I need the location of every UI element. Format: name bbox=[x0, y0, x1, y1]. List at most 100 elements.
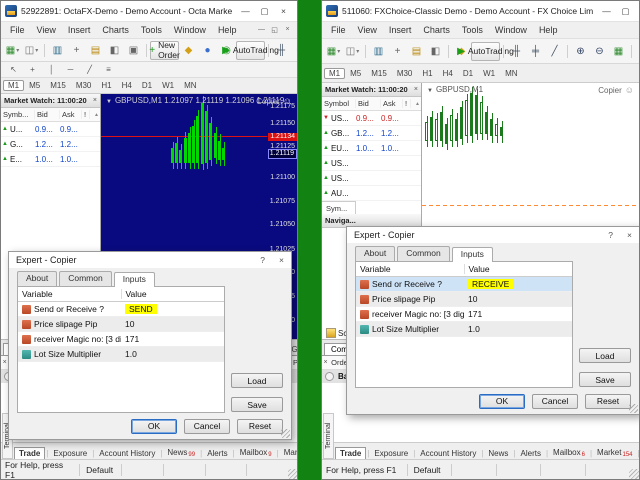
market-watch-row[interactable]: ▲ US... bbox=[322, 171, 421, 186]
menu-tools[interactable]: Tools bbox=[456, 25, 489, 35]
dialog-help-icon[interactable]: ? bbox=[608, 230, 613, 240]
timeframe-h4[interactable]: H4 bbox=[438, 68, 458, 79]
market-watch-row[interactable]: ▲ E... 1.0... 1.0... bbox=[1, 152, 100, 167]
menu-charts[interactable]: Charts bbox=[96, 25, 135, 35]
timeframe-h4[interactable]: H4 bbox=[117, 80, 137, 91]
resize-grip[interactable] bbox=[629, 469, 639, 479]
save-button[interactable]: Save bbox=[231, 397, 283, 412]
menu-tools[interactable]: Tools bbox=[135, 25, 168, 35]
crosshair-icon[interactable]: + bbox=[23, 63, 42, 77]
market-watch-row[interactable]: ▲ U... 0.9... 0.9... bbox=[1, 122, 100, 137]
tile-windows-icon[interactable]: ▦ bbox=[609, 42, 628, 61]
close-icon[interactable]: × bbox=[274, 6, 293, 17]
menu-view[interactable]: View bbox=[31, 25, 62, 35]
save-button[interactable]: Save bbox=[579, 372, 631, 387]
terminal-tab-mailbox[interactable]: Mailbox 6 bbox=[549, 447, 589, 459]
ok-button[interactable]: OK bbox=[131, 418, 177, 434]
menu-view[interactable]: View bbox=[352, 25, 383, 35]
mdi-minimize-icon[interactable]: — bbox=[255, 26, 268, 34]
zoom-in-icon[interactable]: ⊕ bbox=[571, 42, 590, 61]
menu-help[interactable]: Help bbox=[212, 25, 243, 35]
input-row-send-or-receive[interactable]: Send or Receive ? RECEIVE bbox=[356, 277, 572, 292]
terminal-tab-news[interactable]: News bbox=[484, 448, 512, 459]
symbols-tab[interactable]: Sym... bbox=[322, 201, 356, 214]
input-row-receiver-magic-no-3-digit[interactable]: receiver Magic no: [3 digit] 171 bbox=[356, 307, 572, 322]
timeframe-m30[interactable]: M30 bbox=[71, 80, 97, 91]
variable-column-header[interactable]: Variable bbox=[356, 264, 465, 274]
market-watch-header[interactable]: Market Watch: 11:00:20 × bbox=[1, 94, 100, 108]
timeframe-m1[interactable]: M1 bbox=[324, 67, 346, 79]
title-bar[interactable]: 52922891: OctaFX-Demo - Demo Account - O… bbox=[1, 1, 297, 22]
market-watch-row[interactable]: ▲ US... bbox=[322, 156, 421, 171]
new-order-button[interactable]: + New Order bbox=[149, 40, 180, 60]
strategy-tester-icon[interactable]: ▣ bbox=[124, 41, 143, 60]
bar-chart-icon[interactable]: ╫ bbox=[507, 42, 526, 61]
minimize-icon[interactable]: — bbox=[236, 6, 255, 17]
timeframe-mn[interactable]: MN bbox=[500, 68, 522, 79]
value-cell[interactable]: RECEIVE bbox=[464, 279, 572, 289]
input-row-lot-size-multiplier[interactable]: Lot Size Multiplier 1.0 bbox=[18, 347, 224, 362]
input-row-receiver-magic-no-3-digit[interactable]: receiver Magic no: [3 digit] 171 bbox=[18, 332, 224, 347]
resize-grip[interactable] bbox=[281, 429, 290, 438]
market-watch-icon[interactable]: ▥ bbox=[48, 41, 67, 60]
terminal-close-icon[interactable]: × bbox=[322, 359, 329, 366]
value-cell[interactable]: 171 bbox=[121, 334, 224, 344]
timeframe-m15[interactable]: M15 bbox=[366, 68, 392, 79]
terminal-panel-icon[interactable]: ◧ bbox=[105, 41, 124, 60]
market-watch-header[interactable]: Market Watch: 11:00:20 × bbox=[322, 83, 421, 97]
vertical-line-icon[interactable]: │ bbox=[42, 63, 61, 77]
value-cell[interactable]: SEND bbox=[121, 304, 224, 314]
dialog-title-bar[interactable]: Expert - Copier ? × bbox=[347, 227, 639, 243]
market-watch-row[interactable]: ▲ EU... 1.0... 1.0... bbox=[322, 141, 421, 156]
close-icon[interactable]: × bbox=[414, 86, 418, 93]
terminal-tab-mailbox[interactable]: Mailbox 9 bbox=[236, 447, 276, 459]
status-profile[interactable]: Default bbox=[406, 463, 452, 476]
dialog-tab-inputs[interactable]: Inputs bbox=[451, 247, 493, 262]
profiles-icon[interactable]: ◫ ▾ bbox=[22, 41, 41, 60]
terminal-tab-exposure[interactable]: Exposure bbox=[49, 448, 91, 459]
bar-chart-icon[interactable]: ╫ bbox=[272, 41, 291, 60]
resize-grip[interactable] bbox=[629, 404, 638, 413]
scrollbar-up-icon[interactable]: ▲ bbox=[415, 101, 421, 107]
metaeditor-icon[interactable]: ◆ bbox=[179, 41, 198, 60]
channel-icon[interactable]: ≡ bbox=[99, 63, 118, 77]
market-watch-column-[interactable]: ! bbox=[82, 110, 90, 119]
new-chart-icon[interactable]: ▦ ▾ bbox=[324, 42, 343, 61]
cancel-button[interactable]: Cancel bbox=[184, 418, 230, 434]
variable-column-header[interactable]: Variable bbox=[18, 289, 122, 299]
terminal-tab-trade[interactable]: Trade bbox=[335, 447, 367, 459]
candlestick-chart-icon[interactable]: ╪ bbox=[526, 42, 545, 61]
dialog-help-icon[interactable]: ? bbox=[260, 255, 265, 265]
timeframe-m1[interactable]: M1 bbox=[3, 80, 25, 91]
timeframe-h1[interactable]: H1 bbox=[96, 80, 116, 91]
market-watch-column-ask[interactable]: Ask bbox=[381, 99, 403, 108]
value-cell[interactable]: 10 bbox=[464, 294, 572, 304]
load-button[interactable]: Load bbox=[579, 348, 631, 363]
navigator-icon[interactable]: ▤ bbox=[86, 41, 105, 60]
terminal-side-tab[interactable]: Terminal bbox=[323, 413, 334, 459]
menu-file[interactable]: File bbox=[4, 25, 31, 35]
menu-insert[interactable]: Insert bbox=[62, 25, 97, 35]
menu-insert[interactable]: Insert bbox=[383, 25, 418, 35]
data-window-icon[interactable]: + bbox=[388, 42, 407, 61]
autotrading-button[interactable]: ▶ AutoTrading bbox=[222, 40, 279, 60]
status-profile[interactable]: Default bbox=[79, 463, 121, 476]
menu-help[interactable]: Help bbox=[533, 25, 564, 35]
market-watch-column-symb[interactable]: Symb... bbox=[1, 110, 35, 119]
value-cell[interactable]: 171 bbox=[464, 309, 572, 319]
menu-charts[interactable]: Charts bbox=[417, 25, 456, 35]
mdi-close-icon[interactable]: × bbox=[281, 26, 294, 34]
terminal-tab-market[interactable]: Market114 bbox=[280, 447, 297, 459]
resize-grip[interactable] bbox=[288, 469, 297, 479]
value-cell[interactable]: 1.0 bbox=[464, 324, 572, 334]
menu-file[interactable]: File bbox=[325, 25, 352, 35]
timeframe-w1[interactable]: W1 bbox=[478, 68, 500, 79]
terminal-tab-account-history[interactable]: Account History bbox=[95, 448, 159, 459]
maximize-icon[interactable]: ▢ bbox=[255, 6, 274, 17]
data-window-icon[interactable]: + bbox=[67, 41, 86, 60]
dialog-tab-common[interactable]: Common bbox=[59, 271, 112, 286]
scrollbar-up-icon[interactable]: ▲ bbox=[94, 112, 100, 118]
candlestick-chart-icon[interactable]: ╪ bbox=[291, 41, 298, 60]
zoom-out-icon[interactable]: ⊖ bbox=[590, 42, 609, 61]
reset-button[interactable]: Reset bbox=[237, 418, 283, 434]
